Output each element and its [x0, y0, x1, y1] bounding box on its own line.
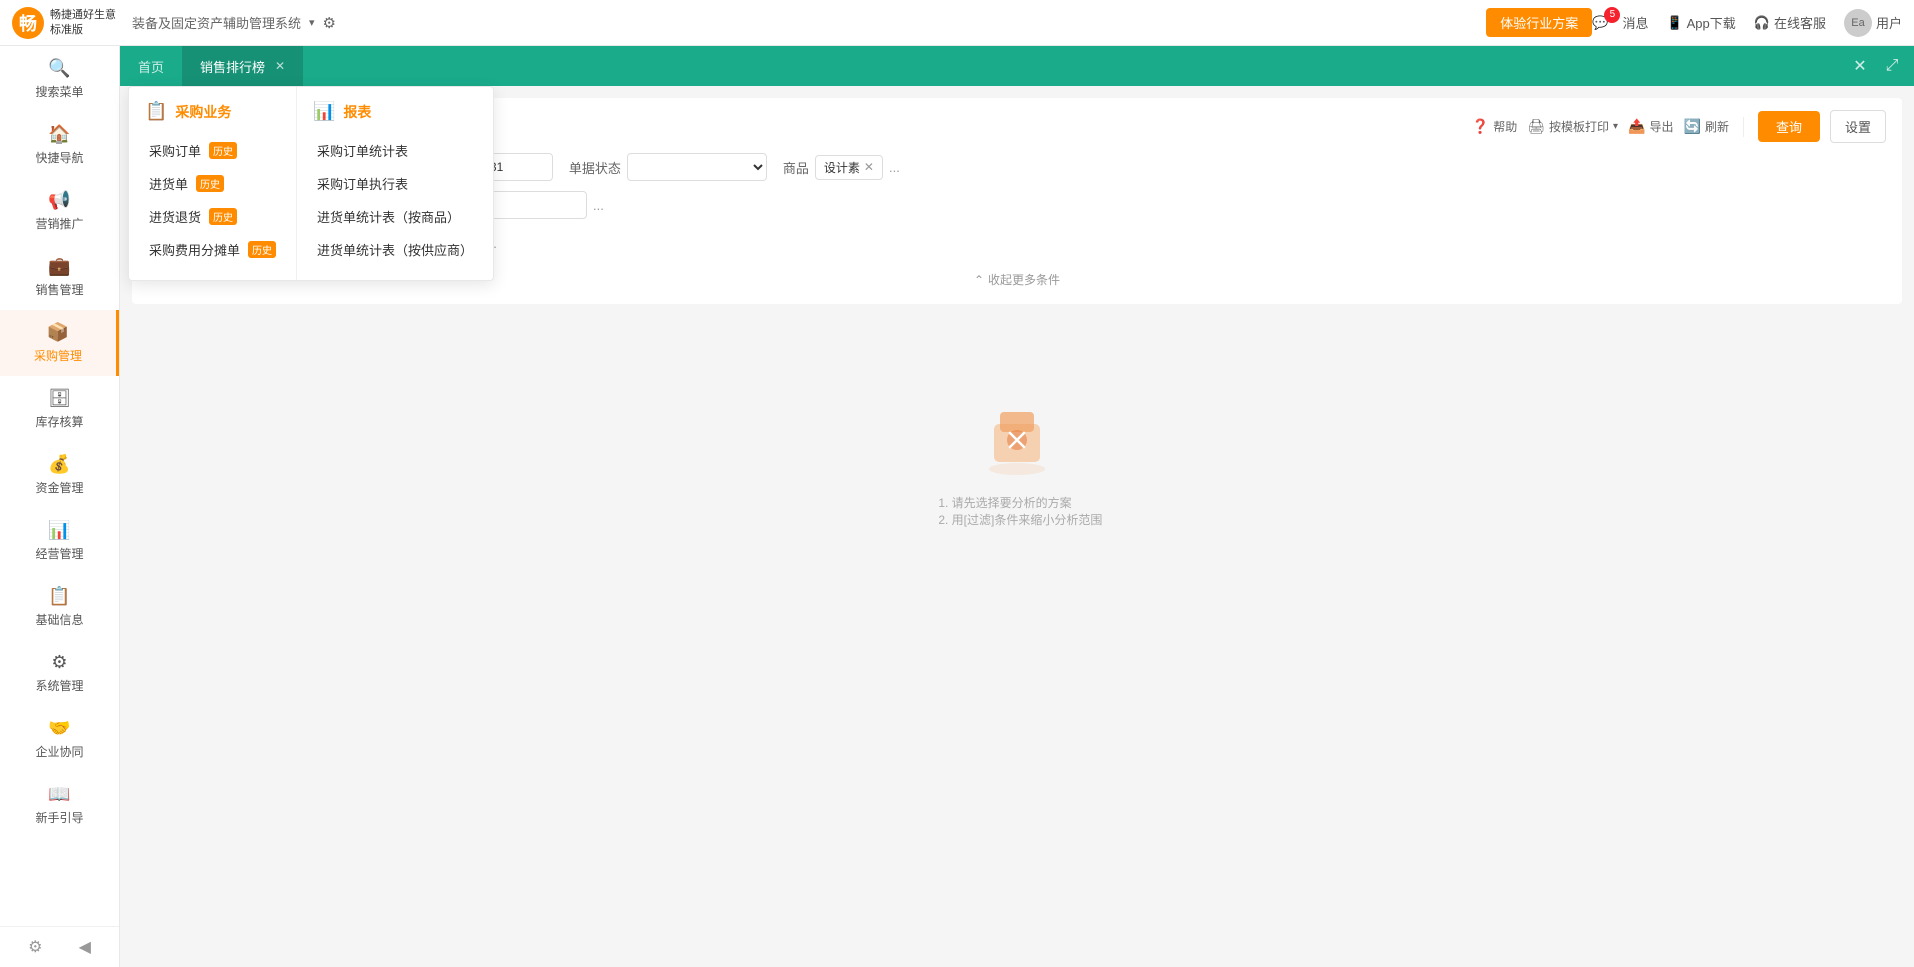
print-dropdown-icon: ▾: [1613, 121, 1618, 132]
set-button[interactable]: 设置: [1830, 110, 1886, 143]
sidebar-item-search[interactable]: 🔍 搜索菜单: [0, 46, 119, 112]
refresh-icon: 🔄: [1684, 118, 1701, 135]
tab-home[interactable]: 首页: [120, 46, 182, 86]
doc-status-select[interactable]: [627, 153, 767, 181]
print-icon: 🖨: [1527, 118, 1545, 135]
sidebar-item-finance[interactable]: 💰 资金管理: [0, 442, 119, 508]
notification-item[interactable]: 💬 5 消息: [1592, 13, 1648, 32]
sidebar-item-inventory[interactable]: 🗄 库存核算: [0, 376, 119, 442]
dropdown-report-3[interactable]: 进货单统计表（按商品）: [313, 200, 477, 233]
phone-icon: 📱: [1666, 15, 1682, 31]
export-icon: 📤: [1628, 118, 1645, 135]
guide-icon: 📖: [48, 784, 70, 805]
tabbar: 首页 销售排行榜 ✕ ✕ ⤢: [120, 46, 1914, 86]
salesman-dots[interactable]: ...: [593, 198, 604, 213]
empty-state: 请先选择要分析的方案 用[过滤]条件来缩小分析范围: [132, 314, 1902, 608]
title-dropdown-icon[interactable]: ▾: [309, 16, 315, 29]
report-header: 📊 报表: [313, 101, 477, 122]
user-item[interactable]: Ea 用户: [1844, 9, 1902, 37]
purchase-icon: 📦: [47, 322, 69, 343]
system-title: 装备及固定资产辅助管理系统: [132, 13, 301, 32]
enterprise-icon: 🤝: [48, 718, 70, 739]
dropdown-return[interactable]: 进货退货 历史: [145, 200, 280, 233]
sidebar-item-sales[interactable]: 💼 销售管理: [0, 244, 119, 310]
marketing-icon: 📢: [48, 190, 70, 211]
tab-sales-ranking[interactable]: 销售排行榜 ✕: [182, 46, 303, 86]
sales-icon: 💼: [48, 256, 70, 277]
empty-icon: [972, 394, 1062, 484]
report-col: 📊 报表 采购订单统计表 采购订单执行表 进货单统计表（按商品） 进货单统计表（…: [297, 87, 493, 280]
sidebar-item-basic-info[interactable]: 📋 基础信息: [0, 574, 119, 640]
goods-dots[interactable]: ...: [889, 160, 900, 175]
topbar-title: 装备及固定资产辅助管理系统 ▾ ⚙: [132, 13, 1474, 32]
topbar-right: 💬 5 消息 📱 App下载 🎧 在线客服 Ea 用户: [1592, 9, 1902, 37]
purchase-col: 📋 采购业务 采购订单 历史 进货单 历史 进货退货 历史 采购费用分摊单 历史: [129, 87, 297, 280]
dropdown-report-4[interactable]: 进货单统计表（按供应商）: [313, 233, 477, 266]
dropdown-report-1[interactable]: 采购订单统计表: [313, 134, 477, 167]
sidebar-bottom: ⚙ ◀: [0, 926, 119, 967]
trial-button[interactable]: 体验行业方案: [1486, 8, 1592, 37]
sidebar-item-nav[interactable]: 🏠 快捷导航: [0, 112, 119, 178]
goods-tag-close[interactable]: ✕: [864, 160, 874, 174]
sidebar-item-enterprise[interactable]: 🤝 企业协同: [0, 706, 119, 772]
app-download-item[interactable]: 📱 App下载: [1666, 13, 1735, 32]
dropdown-report-2[interactable]: 采购订单执行表: [313, 167, 477, 200]
query-button[interactable]: 查询: [1758, 111, 1820, 142]
help-icon: ❓: [1472, 118, 1489, 135]
notification-badge: 5: [1604, 7, 1620, 23]
logo-text: 畅捷通好生意 标准版: [50, 8, 116, 37]
inventory-icon: 🗄: [48, 388, 71, 409]
dropdown-purchase-order[interactable]: 采购订单 历史: [145, 134, 280, 167]
goods-filter: 商品 设计素 ✕ ...: [783, 155, 900, 180]
sidebar: 🔍 搜索菜单 🏠 快捷导航 📢 营销推广 💼 销售管理 📦 采购管理 🗄 库存核…: [0, 46, 120, 967]
dropdown-menu: 📋 采购业务 采购订单 历史 进货单 历史 进货退货 历史 采购费用分摊单 历史…: [128, 86, 494, 281]
avatar: Ea: [1844, 9, 1872, 37]
dropdown-expense[interactable]: 采购费用分摊单 历史: [145, 233, 280, 266]
tab-actions: ✕ ⤢: [1846, 52, 1914, 80]
print-action[interactable]: 🖨 按模板打印 ▾: [1527, 118, 1618, 135]
tab-close-icon[interactable]: ✕: [275, 59, 285, 73]
logo: 畅 畅捷通好生意 标准版: [12, 7, 132, 39]
finance-icon: 💰: [48, 454, 70, 475]
doc-status-filter: 单据状态: [569, 153, 767, 181]
sidebar-item-operations[interactable]: 📊 经营管理: [0, 508, 119, 574]
sidebar-item-system[interactable]: ⚙ 系统管理: [0, 640, 119, 706]
headset-icon: 🎧: [1754, 15, 1770, 31]
empty-hints: 请先选择要分析的方案 用[过滤]条件来缩小分析范围: [932, 494, 1103, 528]
basic-info-icon: 📋: [48, 586, 70, 607]
purchase-header-icon: 📋: [145, 101, 167, 122]
online-service-item[interactable]: 🎧 在线客服: [1754, 13, 1826, 32]
settings-icon[interactable]: ⚙: [323, 14, 336, 32]
logo-icon: 畅: [12, 7, 44, 39]
sidebar-item-marketing[interactable]: 📢 营销推广: [0, 178, 119, 244]
home-icon: 🏠: [48, 124, 70, 145]
topbar: 畅 畅捷通好生意 标准版 装备及固定资产辅助管理系统 ▾ ⚙ 体验行业方案 💬 …: [0, 0, 1914, 46]
collapse-icon: ⌃: [974, 273, 984, 287]
sidebar-item-guide[interactable]: 📖 新手引导: [0, 772, 119, 838]
collapse-sidebar-icon[interactable]: ◀: [79, 937, 91, 957]
refresh-action[interactable]: 🔄 刷新: [1684, 118, 1729, 135]
system-icon: ⚙: [51, 652, 67, 673]
dropdown-inbound[interactable]: 进货单 历史: [145, 167, 280, 200]
tab-expand-icon[interactable]: ⤢: [1878, 52, 1906, 80]
operations-icon: 📊: [48, 520, 70, 541]
export-action[interactable]: 📤 导出: [1628, 118, 1673, 135]
report-header-icon: 📊: [313, 101, 335, 122]
goods-tag: 设计素 ✕: [815, 155, 883, 180]
search-icon: 🔍: [48, 58, 70, 79]
settings-bottom-icon[interactable]: ⚙: [28, 937, 42, 957]
sidebar-item-purchase[interactable]: 📦 采购管理: [0, 310, 119, 376]
tab-window-close-icon[interactable]: ✕: [1846, 52, 1874, 80]
help-action[interactable]: ❓ 帮助: [1472, 118, 1517, 135]
purchase-header: 📋 采购业务: [145, 101, 280, 122]
